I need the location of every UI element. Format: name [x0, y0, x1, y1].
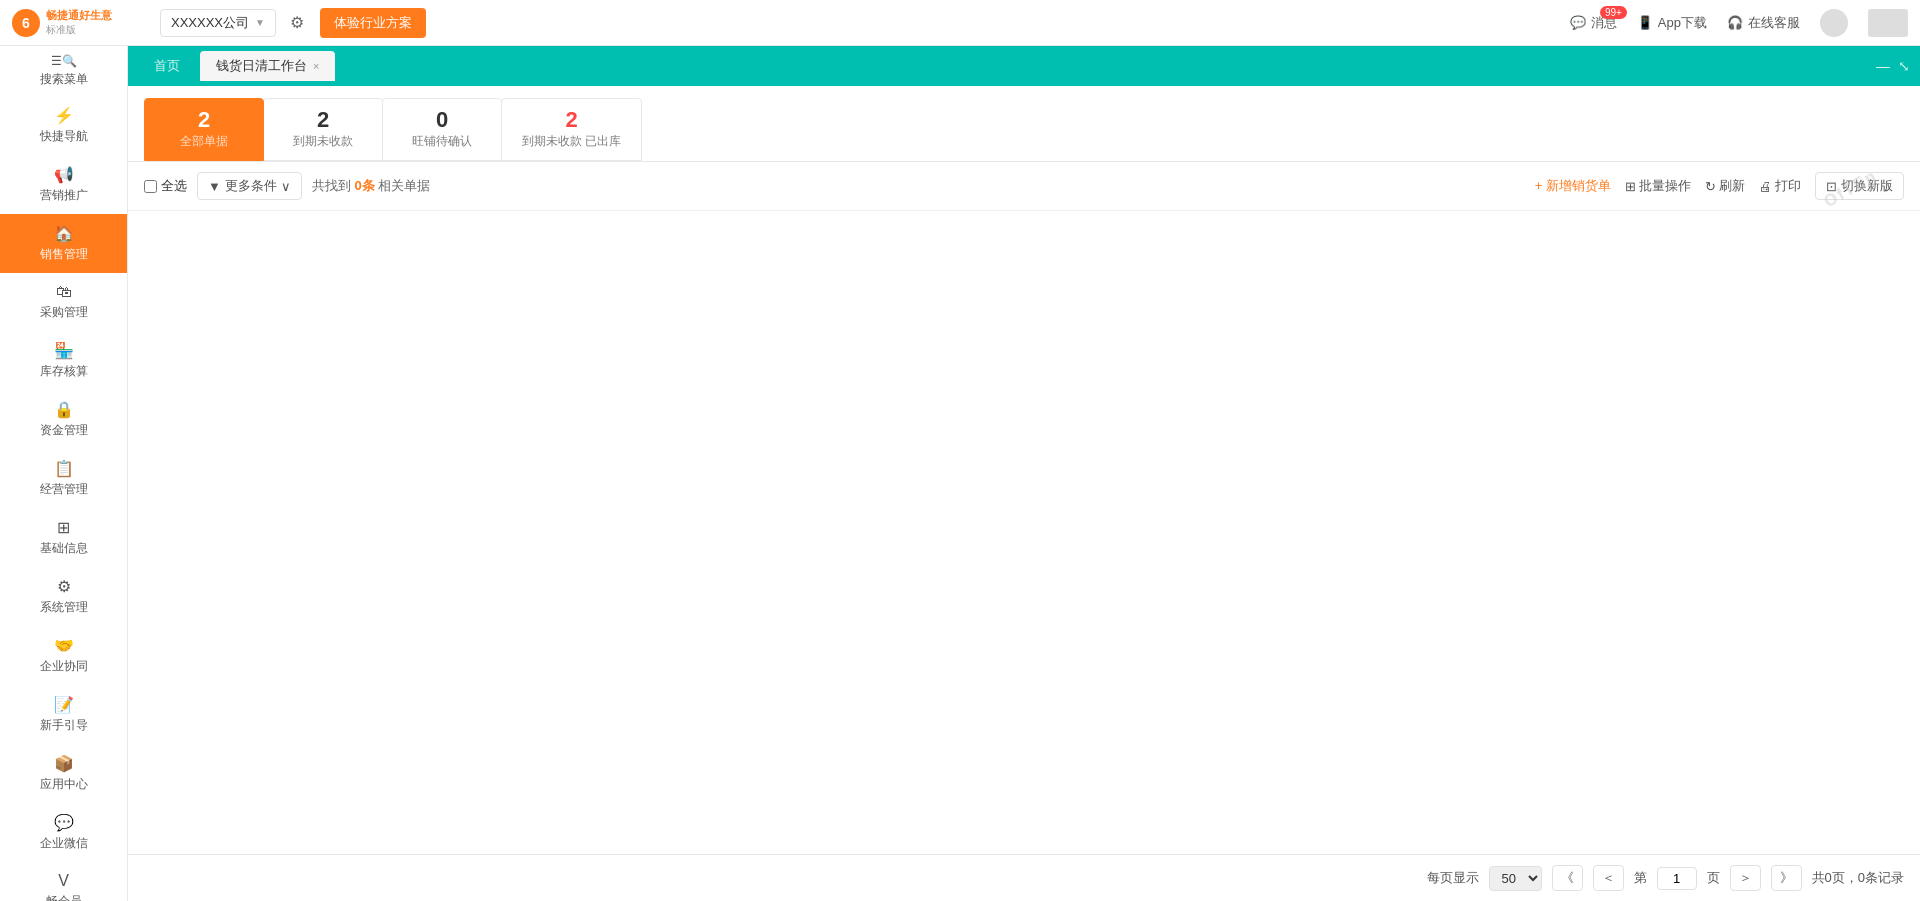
dropdown-arrow-icon: ▼ — [255, 17, 265, 28]
tab-home[interactable]: 首页 — [138, 51, 196, 81]
sidebar-item-sales[interactable]: 🏠 销售管理 — [0, 214, 127, 273]
inventory-icon: 🏪 — [54, 341, 74, 360]
sidebar-item-quick-nav[interactable]: ⚡ 快捷导航 — [0, 96, 127, 155]
header-right: 💬 消息 99+ 📱 App下载 🎧 在线客服 — [1570, 9, 1908, 37]
logo-icon: 6 — [12, 9, 40, 37]
message-button[interactable]: 💬 消息 99+ — [1570, 14, 1617, 32]
sales-icon: 🏠 — [54, 224, 74, 243]
toolbar-left: 全选 ▼ 更多条件 ∨ 共找到 0条 相关单据 — [144, 172, 430, 200]
select-all-checkbox[interactable]: 全选 — [144, 177, 187, 195]
switch-version-button[interactable]: ⊡ 切换新版 — [1815, 172, 1904, 200]
message-badge: 99+ — [1600, 6, 1627, 19]
select-all-input[interactable] — [144, 180, 157, 193]
first-page-button[interactable]: 《 — [1552, 865, 1583, 891]
sidebar: ☰🔍 搜索菜单 ⚡ 快捷导航 📢 营销推广 🏠 销售管理 🛍 采购管理 🏪 库存… — [0, 46, 128, 901]
search-icon: ☰🔍 — [51, 54, 77, 68]
sidebar-item-inventory[interactable]: 🏪 库存核算 — [0, 331, 127, 390]
enterprise-coop-icon: 🤝 — [54, 636, 74, 655]
filter-arrow-icon: ∨ — [281, 179, 291, 194]
finance-icon: 🔒 — [54, 400, 74, 419]
online-service-button[interactable]: 🎧 在线客服 — [1727, 14, 1800, 32]
message-icon: 💬 — [1570, 15, 1586, 30]
stat-tab-overdue[interactable]: 2 到期未收款 — [263, 98, 383, 161]
prev-page-button[interactable]: ＜ — [1593, 865, 1624, 891]
app-download-button[interactable]: 📱 App下载 — [1637, 14, 1707, 32]
print-icon: 🖨 — [1759, 179, 1772, 194]
batch-button[interactable]: ⊞ 批量操作 — [1625, 177, 1691, 195]
page-content: 2 全部单据 2 到期未收款 0 旺铺待确认 2 到期未收款 已出库 — [128, 86, 1920, 901]
tab-close-icon[interactable]: × — [313, 60, 319, 72]
last-page-button[interactable]: 》 — [1771, 865, 1802, 891]
sidebar-item-marketing[interactable]: 📢 营销推广 — [0, 155, 127, 214]
settings-icon[interactable]: ⚙ — [286, 9, 308, 36]
sidebar-item-app-center[interactable]: 📦 应用中心 — [0, 744, 127, 803]
tab-maximize-button[interactable]: ⤡ — [1898, 58, 1910, 74]
table-area — [128, 211, 1920, 854]
sidebar-item-operations[interactable]: 📋 经营管理 — [0, 449, 127, 508]
stat-tab-pending[interactable]: 0 旺铺待确认 — [382, 98, 502, 161]
operations-icon: 📋 — [54, 459, 74, 478]
marketing-icon: 📢 — [54, 165, 74, 184]
enterprise-wechat-icon: 💬 — [54, 813, 74, 832]
tab-minimize-button[interactable]: — — [1876, 58, 1890, 74]
company-selector[interactable]: XXXXXX公司 ▼ — [160, 9, 276, 37]
app-download-icon: 📱 — [1637, 15, 1653, 30]
print-button[interactable]: 🖨 打印 — [1759, 177, 1801, 195]
filter-button[interactable]: ▼ 更多条件 ∨ — [197, 172, 302, 200]
basics-icon: ⊞ — [57, 518, 70, 537]
purchase-icon: 🛍 — [56, 283, 72, 301]
sidebar-item-enterprise-coop[interactable]: 🤝 企业协同 — [0, 626, 127, 685]
pagination-bar: 每页显示 50 《 ＜ 第 页 ＞ 》 共0页，0条记录 — [128, 854, 1920, 901]
refresh-button[interactable]: ↻ 刷新 — [1705, 177, 1745, 195]
tab-bar: 首页 钱货日清工作台 × — ⤡ — [128, 46, 1920, 86]
app-center-icon: 📦 — [54, 754, 74, 773]
tab-cashflow[interactable]: 钱货日清工作台 × — [200, 51, 335, 81]
guide-icon: 📝 — [54, 695, 74, 714]
add-button[interactable]: + 新增销货单 — [1535, 177, 1611, 195]
refresh-icon: ↻ — [1705, 179, 1716, 194]
next-page-button[interactable]: ＞ — [1730, 865, 1761, 891]
page-size-select[interactable]: 50 — [1489, 866, 1542, 891]
batch-icon: ⊞ — [1625, 179, 1636, 194]
sidebar-item-system[interactable]: ⚙ 系统管理 — [0, 567, 127, 626]
stats-tabs: 2 全部单据 2 到期未收款 0 旺铺待确认 2 到期未收款 已出库 — [128, 86, 1920, 162]
page-number-input[interactable] — [1657, 867, 1697, 890]
logo-area: 6 畅捷通好生意 标准版 — [12, 8, 140, 37]
sidebar-item-member[interactable]: V 畅会员 — [0, 862, 127, 901]
sidebar-item-enterprise-wechat[interactable]: 💬 企业微信 — [0, 803, 127, 862]
toolbar-right: + 新增销货单 ⊞ 批量操作 ↻ 刷新 🖨 打印 ⊡ — [1535, 172, 1904, 200]
switch-icon: ⊡ — [1826, 179, 1837, 194]
content-area: 首页 钱货日清工作台 × — ⤡ 2 全部单据 2 到期未收款 — [128, 46, 1920, 901]
quick-nav-icon: ⚡ — [54, 106, 74, 125]
toolbar: 全选 ▼ 更多条件 ∨ 共找到 0条 相关单据 + 新增销货单 ⊞ — [128, 162, 1920, 211]
sidebar-item-finance[interactable]: 🔒 资金管理 — [0, 390, 127, 449]
main-layout: ☰🔍 搜索菜单 ⚡ 快捷导航 📢 营销推广 🏠 销售管理 🛍 采购管理 🏪 库存… — [0, 0, 1920, 901]
sidebar-item-purchase[interactable]: 🛍 采购管理 — [0, 273, 127, 331]
sidebar-item-search[interactable]: ☰🔍 搜索菜单 — [0, 46, 127, 96]
filter-icon: ▼ — [208, 179, 221, 194]
member-icon: V — [58, 872, 69, 890]
sidebar-item-basics[interactable]: ⊞ 基础信息 — [0, 508, 127, 567]
service-icon: 🎧 — [1727, 15, 1743, 30]
stat-tab-all[interactable]: 2 全部单据 — [144, 98, 264, 161]
logo-text: 畅捷通好生意 标准版 — [46, 8, 112, 37]
user-info — [1868, 9, 1908, 37]
sidebar-item-guide[interactable]: 📝 新手引导 — [0, 685, 127, 744]
top-header: 6 畅捷通好生意 标准版 XXXXXX公司 ▼ ⚙ 体验行业方案 💬 消息 99… — [0, 0, 1920, 46]
system-icon: ⚙ — [57, 577, 71, 596]
count-text: 共找到 0条 相关单据 — [312, 177, 430, 195]
avatar[interactable] — [1820, 9, 1848, 37]
trial-button[interactable]: 体验行业方案 — [320, 8, 426, 38]
tab-bar-actions: — ⤡ — [1876, 58, 1910, 74]
stat-tab-out-of-stock[interactable]: 2 到期未收款 已出库 — [501, 98, 642, 161]
